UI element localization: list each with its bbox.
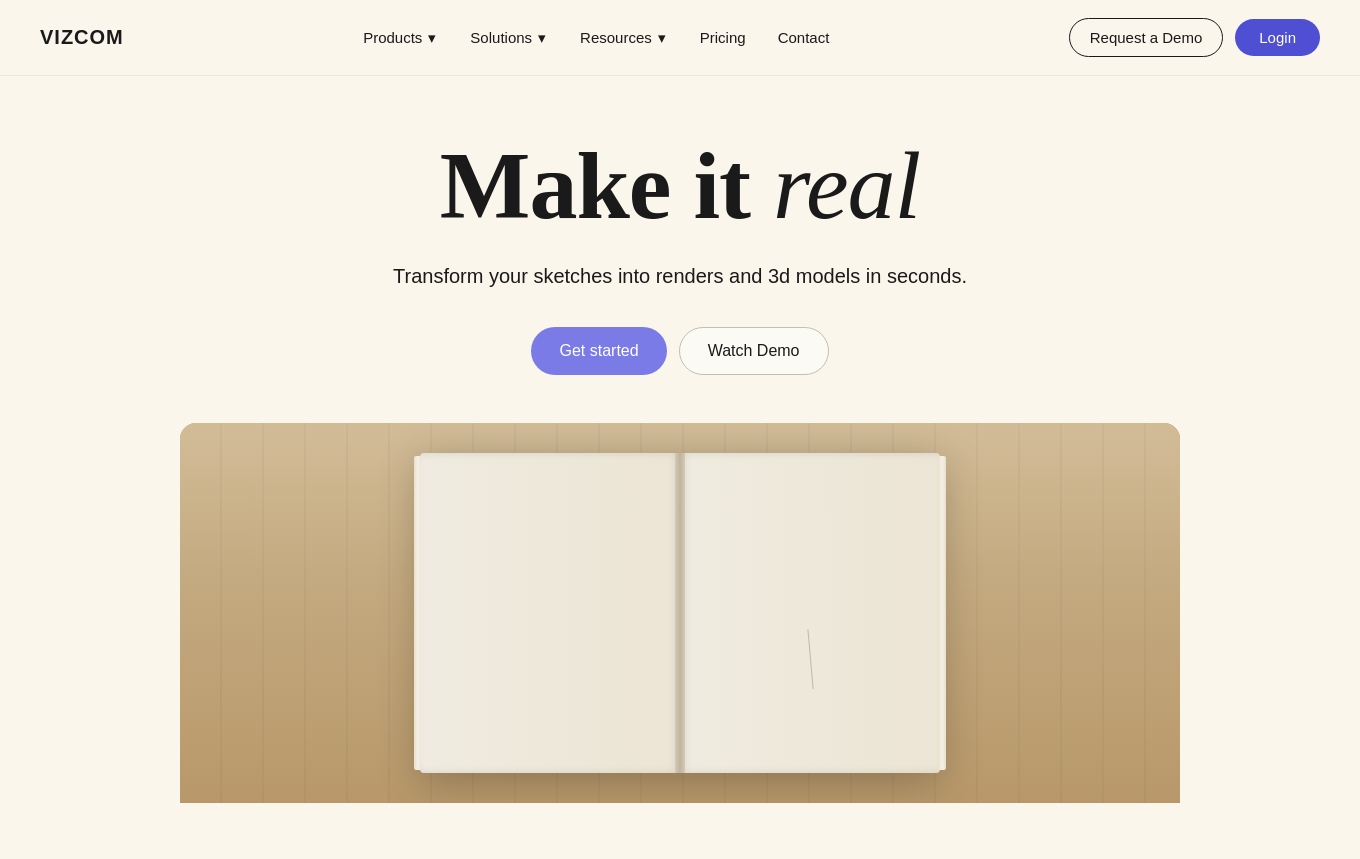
logo[interactable]: VIZCOM — [40, 26, 124, 49]
hero-section: Make it real Transform your sketches int… — [0, 76, 1360, 803]
nav-item-solutions[interactable]: Solutions ▾ — [456, 21, 562, 54]
nav-links: Products ▾ Solutions ▾ Resources ▾ Prici… — [349, 21, 843, 54]
chevron-down-icon: ▾ — [656, 32, 668, 44]
page-edge-right — [938, 456, 946, 770]
get-started-button[interactable]: Get started — [531, 327, 666, 375]
nav-item-contact[interactable]: Contact — [764, 21, 844, 54]
notebook-spine — [675, 453, 685, 773]
watch-demo-button[interactable]: Watch Demo — [679, 327, 829, 375]
chevron-down-icon: ▾ — [426, 32, 438, 44]
nav-item-products[interactable]: Products ▾ — [349, 21, 452, 54]
pencil-line — [807, 629, 813, 689]
notebook-scene — [180, 423, 1180, 803]
hero-buttons: Get started Watch Demo — [531, 327, 828, 375]
notebook-left-page — [420, 453, 680, 773]
hero-title: Make it real — [440, 136, 920, 237]
chevron-down-icon: ▾ — [536, 32, 548, 44]
request-demo-button[interactable]: Request a Demo — [1069, 18, 1224, 57]
navbar: VIZCOM Products ▾ Solutions ▾ Resources … — [0, 0, 1360, 76]
login-button[interactable]: Login — [1235, 19, 1320, 56]
notebook — [420, 453, 940, 773]
hero-image — [180, 423, 1180, 803]
notebook-right-page — [680, 453, 940, 773]
nav-item-pricing[interactable]: Pricing — [686, 21, 760, 54]
nav-actions: Request a Demo Login — [1069, 18, 1320, 57]
hero-subtitle: Transform your sketches into renders and… — [393, 261, 967, 291]
nav-item-resources[interactable]: Resources ▾ — [566, 21, 682, 54]
